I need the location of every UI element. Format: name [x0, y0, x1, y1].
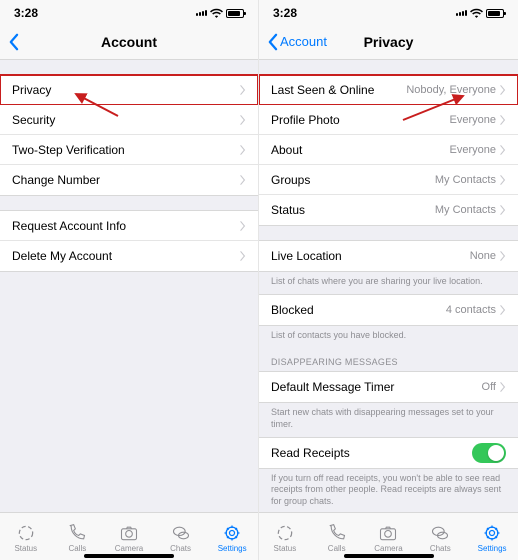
- status-icon: [274, 523, 296, 543]
- tab-camera[interactable]: Camera: [103, 523, 155, 553]
- row-read-receipts[interactable]: Read Receipts: [259, 438, 518, 468]
- row-privacy[interactable]: Privacy: [0, 75, 258, 105]
- gear-icon: [221, 523, 243, 543]
- camera-icon: [377, 523, 399, 543]
- phone-privacy: 3:28 Account Privacy Last Seen & Online …: [259, 0, 518, 560]
- status-bar: 3:28: [259, 0, 518, 24]
- chevron-right-icon: [500, 145, 506, 155]
- row-about[interactable]: About Everyone: [259, 135, 518, 165]
- wifi-icon: [470, 8, 483, 18]
- camera-icon: [118, 523, 140, 543]
- home-indicator: [84, 554, 174, 558]
- nav-bar: Account: [0, 24, 258, 60]
- tab-camera[interactable]: Camera: [363, 523, 415, 553]
- tab-settings[interactable]: Settings: [206, 523, 258, 553]
- page-title: Account: [0, 34, 258, 50]
- row-profile-photo[interactable]: Profile Photo Everyone: [259, 105, 518, 135]
- wifi-icon: [210, 8, 223, 18]
- row-request-info[interactable]: Request Account Info: [0, 211, 258, 241]
- row-security[interactable]: Security: [0, 105, 258, 135]
- chevron-right-icon: [500, 175, 506, 185]
- battery-icon: [226, 9, 244, 18]
- chevron-right-icon: [240, 251, 246, 261]
- note-receipts: If you turn off read receipts, you won't…: [259, 469, 518, 512]
- row-blocked[interactable]: Blocked 4 contacts: [259, 295, 518, 325]
- nav-bar: Account Privacy: [259, 24, 518, 60]
- row-last-seen[interactable]: Last Seen & Online Nobody, Everyone: [259, 75, 518, 105]
- toggle-read-receipts[interactable]: [472, 443, 506, 463]
- note-liveloc: List of chats where you are sharing your…: [259, 272, 518, 294]
- tab-calls[interactable]: Calls: [52, 523, 104, 553]
- account-group-1: Privacy Security Two-Step Verification C…: [0, 74, 258, 196]
- chevron-right-icon: [240, 221, 246, 231]
- tab-chats[interactable]: Chats: [414, 523, 466, 553]
- gear-icon: [481, 523, 503, 543]
- chevron-right-icon: [500, 115, 506, 125]
- status-bar: 3:28: [0, 0, 258, 24]
- back-button[interactable]: Account: [267, 33, 327, 51]
- privacy-group-blocked: Blocked 4 contacts: [259, 294, 518, 326]
- tab-bar: Status Calls Camera Chats Settings: [0, 512, 258, 560]
- chevron-right-icon: [500, 85, 506, 95]
- account-group-2: Request Account Info Delete My Account: [0, 210, 258, 272]
- signal-icon: [456, 10, 467, 16]
- clock: 3:28: [273, 6, 297, 20]
- row-status-privacy[interactable]: Status My Contacts: [259, 195, 518, 225]
- section-disappearing: DISAPPEARING MESSAGES: [259, 347, 518, 371]
- chevron-right-icon: [240, 175, 246, 185]
- phone-icon: [66, 523, 88, 543]
- row-two-step[interactable]: Two-Step Verification: [0, 135, 258, 165]
- row-change-number[interactable]: Change Number: [0, 165, 258, 195]
- chevron-right-icon: [500, 251, 506, 261]
- signal-icon: [196, 10, 207, 16]
- chevron-right-icon: [500, 305, 506, 315]
- tab-bar: Status Calls Camera Chats Settings: [259, 512, 518, 560]
- privacy-group-receipts: Read Receipts: [259, 437, 518, 469]
- tab-status[interactable]: Status: [259, 523, 311, 553]
- chevron-right-icon: [240, 85, 246, 95]
- status-icon: [15, 523, 37, 543]
- row-default-timer[interactable]: Default Message Timer Off: [259, 372, 518, 402]
- chevron-right-icon: [240, 115, 246, 125]
- note-disappearing: Start new chats with disappearing messag…: [259, 403, 518, 436]
- home-indicator: [344, 554, 434, 558]
- phone-icon: [326, 523, 348, 543]
- battery-icon: [486, 9, 504, 18]
- row-groups[interactable]: Groups My Contacts: [259, 165, 518, 195]
- back-button[interactable]: [8, 33, 19, 51]
- privacy-group-liveloc: Live Location None: [259, 240, 518, 272]
- tab-chats[interactable]: Chats: [155, 523, 207, 553]
- chevron-right-icon: [500, 205, 506, 215]
- tab-status[interactable]: Status: [0, 523, 52, 553]
- chevron-right-icon: [500, 382, 506, 392]
- privacy-group-main: Last Seen & Online Nobody, Everyone Prof…: [259, 74, 518, 226]
- chats-icon: [429, 523, 451, 543]
- tab-calls[interactable]: Calls: [311, 523, 363, 553]
- note-blocked: List of contacts you have blocked.: [259, 326, 518, 348]
- tab-settings[interactable]: Settings: [466, 523, 518, 553]
- privacy-group-disappearing: Default Message Timer Off: [259, 371, 518, 403]
- chevron-right-icon: [240, 145, 246, 155]
- row-delete-account[interactable]: Delete My Account: [0, 241, 258, 271]
- row-live-location[interactable]: Live Location None: [259, 241, 518, 271]
- chats-icon: [170, 523, 192, 543]
- clock: 3:28: [14, 6, 38, 20]
- phone-account: 3:28 Account Privacy Security Two-Step V…: [0, 0, 259, 560]
